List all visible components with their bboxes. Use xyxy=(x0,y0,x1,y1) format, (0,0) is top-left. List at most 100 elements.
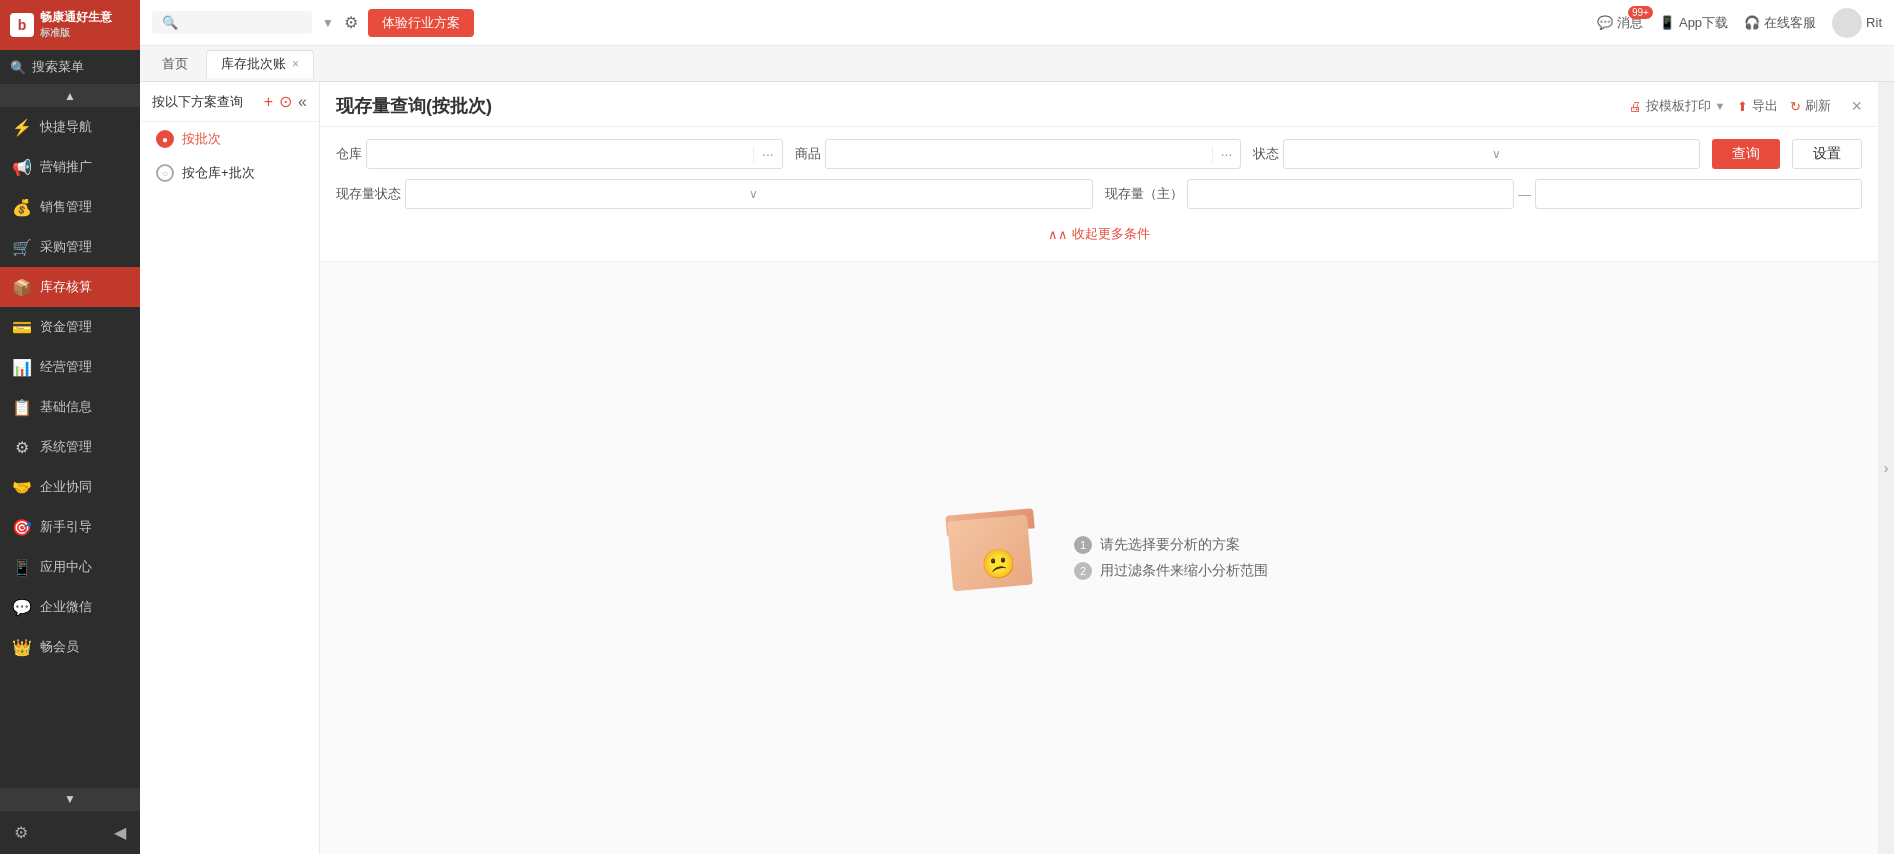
new-guide-icon: 🎯 xyxy=(12,517,32,537)
right-panel-close-btn[interactable]: › xyxy=(1878,82,1894,854)
sidebar-item-member[interactable]: 👑 畅会员 xyxy=(0,627,140,667)
tab-inventory-batch-label: 库存批次账 xyxy=(221,55,286,73)
sidebar-item-basic-info[interactable]: 📋 基础信息 xyxy=(0,387,140,427)
company-name: 畅康通好生意 xyxy=(40,10,112,26)
scroll-down-btn[interactable]: ▼ xyxy=(0,788,140,810)
status-select[interactable]: ∨ xyxy=(1283,139,1700,169)
scheme-settings-btn[interactable]: ⊙ xyxy=(279,92,292,111)
topbar-search-box[interactable]: 🔍 xyxy=(152,11,312,34)
topbar: 🔍 ▼ ⚙ 体验行业方案 💬 消息 99+ 📱 App下载 🎧 在线客服 Rit xyxy=(140,0,1894,46)
inventory-qty-from[interactable] xyxy=(1187,179,1514,209)
sidebar-item-finance[interactable]: 💳 资金管理 xyxy=(0,307,140,347)
tab-inventory-batch[interactable]: 库存批次账 × xyxy=(206,50,314,78)
right-content: 现存量查询(按批次) 🖨 按模板打印 ▼ ⬆ 导出 ↻ 刷新 xyxy=(320,82,1878,854)
page-content: 按以下方案查询 + ⊙ « ● 按批次 ○ 按仓库+批次 现存量查询(按批次) xyxy=(140,82,1894,854)
online-service-btn[interactable]: 🎧 在线客服 xyxy=(1744,14,1816,32)
scheme-batch-label: 按批次 xyxy=(182,130,221,148)
add-scheme-btn[interactable]: + xyxy=(264,93,273,111)
quick-nav-label: 快捷导航 xyxy=(40,118,92,136)
inventory-status-arrow: ∨ xyxy=(749,187,1084,201)
warehouse-dots-icon[interactable]: ··· xyxy=(753,146,782,162)
scheme-batch-icon: ● xyxy=(156,130,174,148)
collapse-filter-btn[interactable]: ∧∧ 收起更多条件 xyxy=(336,219,1862,249)
sidebar-item-new-guide[interactable]: 🎯 新手引导 xyxy=(0,507,140,547)
warehouse-input[interactable]: ··· xyxy=(366,139,783,169)
scheme-warehouse-batch-label: 按仓库+批次 xyxy=(182,164,255,182)
tip-number-1: 1 xyxy=(1074,536,1092,554)
inventory-icon: 📦 xyxy=(12,277,32,297)
inventory-status-filter: 现存量状态 ∨ xyxy=(336,179,1093,209)
topbar-search-input[interactable] xyxy=(184,16,284,30)
filter-area: 仓库 ··· 商品 ··· 状态 xyxy=(320,127,1878,262)
sidebar-collapse-btn[interactable]: ◀ xyxy=(110,819,130,846)
sidebar-header: b 畅康通好生意 标准版 xyxy=(0,0,140,50)
sidebar-item-app-center[interactable]: 📱 应用中心 xyxy=(0,547,140,587)
print-dropdown-icon[interactable]: ▼ xyxy=(1715,100,1726,112)
finance-icon: 💳 xyxy=(12,317,32,337)
sidebar-item-quick-nav[interactable]: ⚡ 快捷导航 xyxy=(0,107,140,147)
empty-state: 😕 1 请先选择要分析的方案 2 用过滤条件来缩小分析范围 xyxy=(320,262,1878,854)
product-input[interactable]: ··· xyxy=(825,139,1242,169)
sidebar-item-inventory[interactable]: 📦 库存核算 xyxy=(0,267,140,307)
tab-inventory-batch-close[interactable]: × xyxy=(292,57,299,71)
enterprise-icon: 🤝 xyxy=(12,477,32,497)
enterprise-label: 企业协同 xyxy=(40,478,92,496)
user-menu[interactable]: Rit xyxy=(1832,8,1882,38)
sidebar-item-operations[interactable]: 📊 经营管理 xyxy=(0,347,140,387)
message-btn[interactable]: 💬 消息 99+ xyxy=(1597,14,1643,32)
status-arrow-icon: ∨ xyxy=(1492,147,1691,161)
product-text-input[interactable] xyxy=(826,147,1212,162)
sidebar: b 畅康通好生意 标准版 🔍 搜索菜单 ▲ ⚡ 快捷导航 📢 营销推广 💰 销售… xyxy=(0,0,140,854)
basic-info-icon: 📋 xyxy=(12,397,32,417)
sidebar-item-sales[interactable]: 💰 销售管理 xyxy=(0,187,140,227)
sidebar-item-marketing[interactable]: 📢 营销推广 xyxy=(0,147,140,187)
topbar-gear-icon[interactable]: ⚙ xyxy=(344,13,358,32)
product-dots-icon[interactable]: ··· xyxy=(1212,146,1241,162)
sidebar-item-enterprise[interactable]: 🤝 企业协同 xyxy=(0,467,140,507)
scheme-warehouse-batch-icon: ○ xyxy=(156,164,174,182)
right-panel-close-icon: › xyxy=(1884,460,1889,476)
inventory-qty-filter: 现存量（主） — xyxy=(1105,179,1862,209)
finance-label: 资金管理 xyxy=(40,318,92,336)
status-filter: 状态 ∨ xyxy=(1253,139,1700,169)
sidebar-item-system[interactable]: ⚙ 系统管理 xyxy=(0,427,140,467)
query-btn[interactable]: 查询 xyxy=(1712,139,1780,169)
inventory-status-select[interactable]: ∨ xyxy=(405,179,1093,209)
status-label: 状态 xyxy=(1253,145,1283,163)
app-download-btn[interactable]: 📱 App下载 xyxy=(1659,14,1728,32)
sidebar-search[interactable]: 🔍 搜索菜单 xyxy=(0,50,140,85)
scroll-up-btn[interactable]: ▲ xyxy=(0,85,140,107)
collapse-panel-btn[interactable]: « xyxy=(298,93,307,111)
warehouse-text-input[interactable] xyxy=(367,147,753,162)
tip-item-1: 1 请先选择要分析的方案 xyxy=(1074,536,1268,554)
tabs-bar: 首页 库存批次账 × xyxy=(140,46,1894,82)
collapse-arrows-icon: ∧∧ xyxy=(1048,227,1068,242)
export-btn[interactable]: ⬆ 导出 xyxy=(1737,97,1778,115)
inventory-status-label: 现存量状态 xyxy=(336,185,405,203)
sidebar-nav: ⚡ 快捷导航 📢 营销推广 💰 销售管理 🛒 采购管理 📦 库存核算 💳 资金管… xyxy=(0,107,140,788)
tab-home[interactable]: 首页 xyxy=(148,50,202,78)
system-label: 系统管理 xyxy=(40,438,92,456)
refresh-icon: ↻ xyxy=(1790,99,1801,114)
scheme-warehouse-batch[interactable]: ○ 按仓库+批次 xyxy=(140,156,319,190)
inventory-qty-label: 现存量（主） xyxy=(1105,185,1187,203)
close-page-btn[interactable]: × xyxy=(1851,96,1862,117)
print-btn[interactable]: 🖨 按模板打印 ▼ xyxy=(1629,97,1726,115)
scheme-batch[interactable]: ● 按批次 xyxy=(140,122,319,156)
warehouse-label: 仓库 xyxy=(336,145,366,163)
inventory-label: 库存核算 xyxy=(40,278,92,296)
app-download-label: App下载 xyxy=(1679,14,1728,32)
user-name: Rit xyxy=(1866,15,1882,30)
filter-settings-btn[interactable]: 设置 xyxy=(1792,139,1862,169)
export-label: 导出 xyxy=(1752,97,1778,115)
topbar-chevron-icon[interactable]: ▼ xyxy=(322,16,334,30)
empty-box-face: 😕 xyxy=(980,546,1018,582)
sidebar-item-wechat[interactable]: 💬 企业微信 xyxy=(0,587,140,627)
filter-row-1: 仓库 ··· 商品 ··· 状态 xyxy=(336,139,1862,169)
trial-btn[interactable]: 体验行业方案 xyxy=(368,9,474,37)
sidebar-gear-btn[interactable]: ⚙ xyxy=(10,819,32,846)
page-title-actions: 🖨 按模板打印 ▼ ⬆ 导出 ↻ 刷新 × xyxy=(1629,96,1862,117)
refresh-btn[interactable]: ↻ 刷新 xyxy=(1790,97,1831,115)
sidebar-item-purchase[interactable]: 🛒 采购管理 xyxy=(0,227,140,267)
inventory-qty-to[interactable] xyxy=(1535,179,1862,209)
